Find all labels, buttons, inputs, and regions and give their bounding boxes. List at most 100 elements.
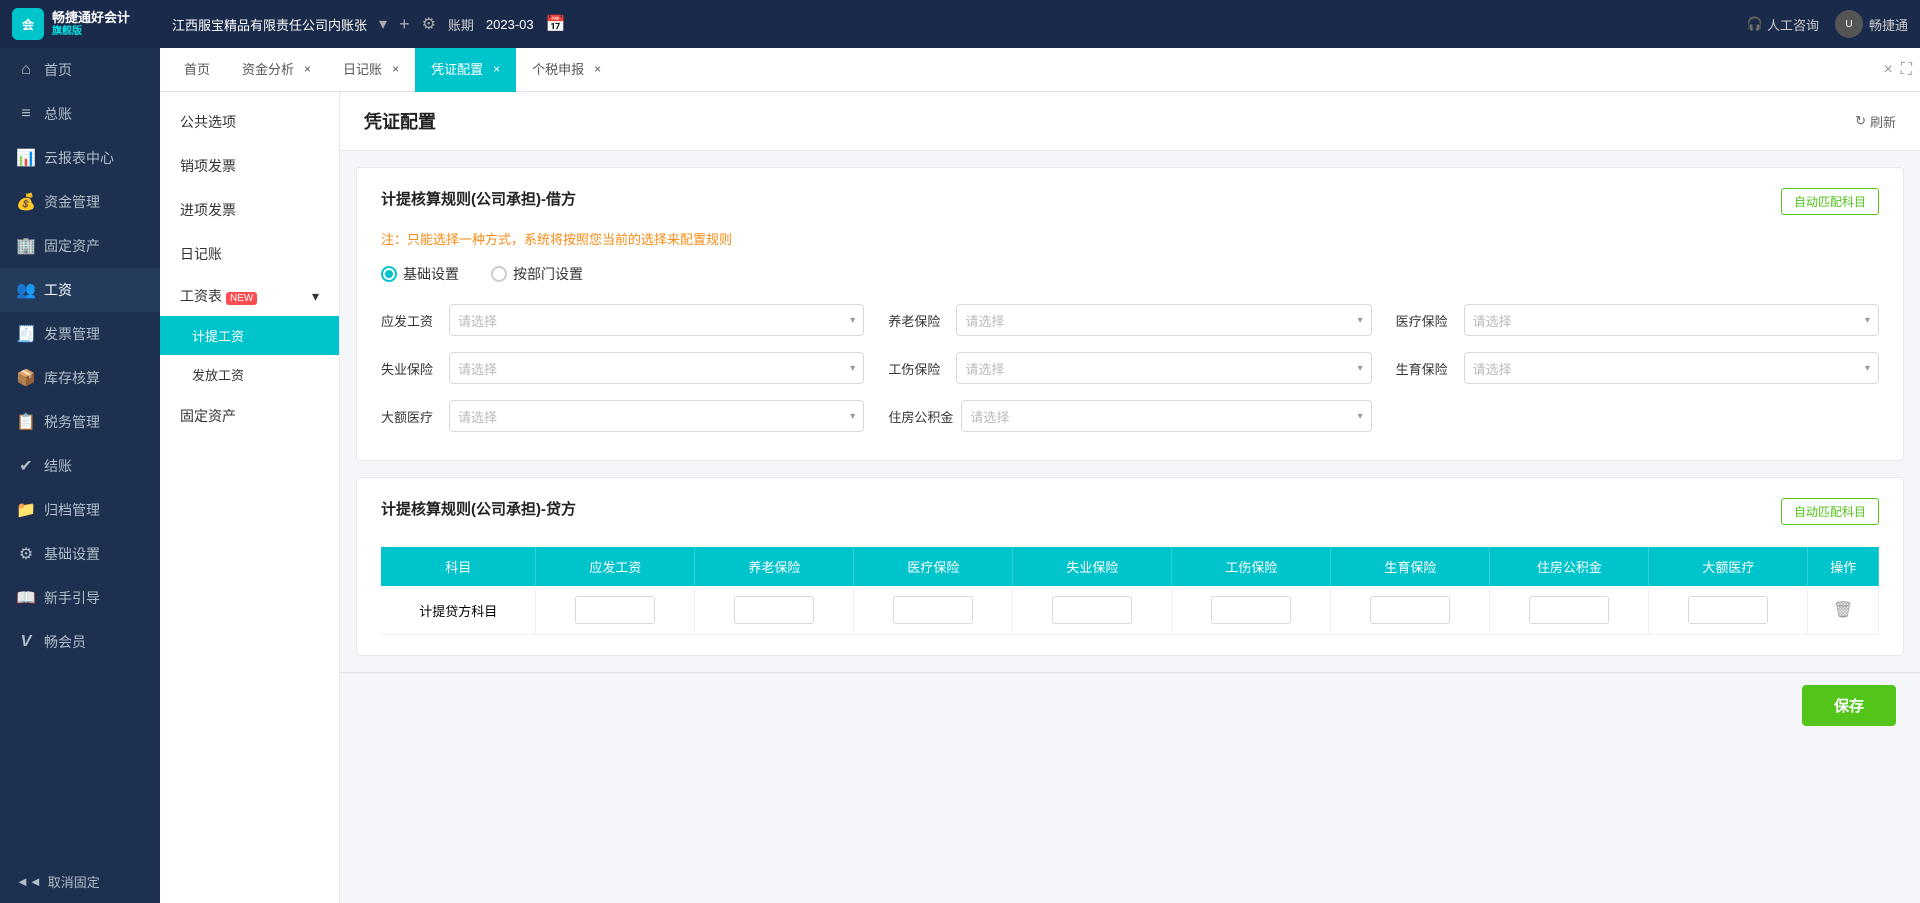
field-gongshang: 工伤保险 请选择 ▾ (888, 352, 1371, 384)
sidebar-item-vip[interactable]: V 畅会员 (0, 620, 160, 664)
chevron-shiye: ▾ (850, 363, 855, 374)
tab-funds-analysis[interactable]: 资金分析 × (226, 48, 327, 92)
menu-item-public[interactable]: 公共选项 (160, 100, 339, 144)
sidebar-item-inventory[interactable]: 📦 库存核算 (0, 356, 160, 400)
chevron-down-icon: ▾ (312, 288, 319, 305)
save-bar: 保存 (340, 672, 1920, 738)
sidebar-label-reports: 云报表中心 (44, 148, 114, 168)
close-tab-button[interactable]: × (1883, 61, 1892, 79)
select-yingfa[interactable]: 请选择 ▾ (449, 304, 864, 336)
radio-basic[interactable]: 基础设置 (381, 264, 459, 284)
cell-yiliao (854, 586, 1013, 635)
field-yiliao: 医疗保险 请选择 ▾ (1396, 304, 1879, 336)
home-icon: ⌂ (16, 61, 36, 79)
logo-title: 畅捷通好会计 (52, 10, 130, 26)
sidebar-item-invoice[interactable]: 🧾 发票管理 (0, 312, 160, 356)
sidebar-item-close[interactable]: ✔ 结账 (0, 444, 160, 488)
sidebar-label-archive: 归档管理 (44, 500, 100, 520)
chevron-yingfa: ▾ (850, 315, 855, 326)
save-button[interactable]: 保存 (1802, 685, 1896, 726)
left-menu: 公共选项 销项发票 进项发票 日记账 工资表NEW ▾ 计提工资 发放工资 固定… (160, 92, 340, 903)
menu-item-accrual[interactable]: 计提工资 (160, 316, 339, 355)
dropdown-icon[interactable]: ▾ (379, 14, 387, 34)
add-icon[interactable]: + (399, 14, 410, 35)
sidebar-label-settings: 基础设置 (44, 544, 100, 564)
select-dae[interactable]: 请选择 ▾ (449, 400, 864, 432)
field-dae: 大额医疗 请选择 ▾ (381, 400, 864, 432)
input-credit-gjj[interactable] (1529, 596, 1609, 624)
menu-item-journal[interactable]: 日记账 (160, 232, 339, 276)
radio-department[interactable]: 按部门设置 (491, 264, 583, 284)
close-tab-journal[interactable]: × (392, 62, 399, 76)
sidebar-item-salary[interactable]: 👥 工资 (0, 268, 160, 312)
menu-item-salary-table[interactable]: 工资表NEW ▾ (160, 276, 339, 316)
close-tab-funds[interactable]: × (304, 62, 311, 76)
select-gongshang[interactable]: 请选择 ▾ (956, 352, 1371, 384)
radio-dept-circle (491, 266, 507, 282)
logo-icon: 会 (12, 8, 44, 40)
settings-icon[interactable]: ⚙ (422, 14, 436, 34)
input-credit-yiliao[interactable] (893, 596, 973, 624)
select-yanglao[interactable]: 请选择 ▾ (956, 304, 1371, 336)
sidebar-label-funds: 资金管理 (44, 192, 100, 212)
sidebar-label-vip: 畅会员 (44, 632, 86, 652)
chevron-gjj: ▾ (1358, 411, 1363, 422)
input-credit-shengyu[interactable] (1370, 596, 1450, 624)
sidebar-label-inventory: 库存核算 (44, 368, 100, 388)
calendar-icon[interactable]: 📅 (546, 14, 566, 34)
menu-item-purchase-invoice[interactable]: 进项发票 (160, 188, 339, 232)
select-shiye[interactable]: 请选择 ▾ (449, 352, 864, 384)
service-button[interactable]: 🎧 人工咨询 (1747, 15, 1819, 34)
col-subject: 科目 (381, 547, 536, 586)
row-label: 计提贷方科目 (381, 586, 536, 635)
salary-icon: 👥 (16, 280, 36, 300)
sidebar-item-reports[interactable]: 📊 云报表中心 (0, 136, 160, 180)
close-tab-voucher[interactable]: × (493, 62, 500, 76)
select-shengyu[interactable]: 请选择 ▾ (1464, 352, 1879, 384)
sidebar-item-assets[interactable]: 🏢 固定资产 (0, 224, 160, 268)
sidebar-item-ledger[interactable]: ≡ 总账 (0, 92, 160, 136)
input-credit-yingfa[interactable] (575, 596, 655, 624)
input-credit-dae[interactable] (1688, 596, 1768, 624)
company-name[interactable]: 江西服宝精品有限责任公司内账张 (172, 15, 367, 34)
expand-tab-button[interactable]: ⛶ (1901, 61, 1912, 79)
tab-tax-report[interactable]: 个税申报 × (516, 48, 617, 92)
sidebar-item-settings[interactable]: ⚙ 基础设置 (0, 532, 160, 576)
sidebar-item-tax[interactable]: 📋 税务管理 (0, 400, 160, 444)
pin-icon: ◄◄ (16, 874, 42, 889)
page-header: 凭证配置 ↻ 刷新 (340, 92, 1920, 151)
tab-home[interactable]: 首页 (168, 48, 226, 92)
select-gjj[interactable]: 请选择 ▾ (961, 400, 1371, 432)
top-bar: 会 畅捷通好会计 旗舰版 江西服宝精品有限责任公司内账张 ▾ + ⚙ 账期 20… (0, 0, 1920, 48)
field-gjj: 住房公积金 请选择 ▾ (888, 400, 1371, 432)
sidebar-label-invoice: 发票管理 (44, 324, 100, 344)
menu-item-fixed-assets[interactable]: 固定资产 (160, 394, 339, 438)
chevron-shengyu: ▾ (1865, 363, 1870, 374)
input-credit-shiye[interactable] (1052, 596, 1132, 624)
sidebar-item-home[interactable]: ⌂ 首页 (0, 48, 160, 92)
refresh-button[interactable]: ↻ 刷新 (1855, 112, 1896, 131)
tab-journal[interactable]: 日记账 × (327, 48, 415, 92)
col-action: 操作 (1808, 547, 1879, 586)
input-credit-gongshang[interactable] (1211, 596, 1291, 624)
user-area[interactable]: U 畅捷通 (1835, 10, 1908, 38)
debit-note: 注：只能选择一种方式，系统将按照您当前的选择来配置规则 (381, 229, 1879, 248)
col-shengyu: 生育保险 (1331, 547, 1490, 586)
tab-voucher-config[interactable]: 凭证配置 × (415, 48, 516, 92)
new-badge: NEW (226, 292, 257, 305)
field-shengyu: 生育保险 请选择 ▾ (1396, 352, 1879, 384)
auto-match-credit-button[interactable]: 自动匹配科目 (1781, 498, 1879, 525)
auto-match-debit-button[interactable]: 自动匹配科目 (1781, 188, 1879, 215)
close-tab-tax[interactable]: × (594, 62, 601, 76)
sidebar-item-guide[interactable]: 📖 新手引导 (0, 576, 160, 620)
cancel-pin-button[interactable]: ◄◄ 取消固定 (0, 860, 160, 903)
sidebar-item-archive[interactable]: 📁 归档管理 (0, 488, 160, 532)
sidebar-label-assets: 固定资产 (44, 236, 100, 256)
select-yiliao[interactable]: 请选择 ▾ (1464, 304, 1879, 336)
menu-item-sales-invoice[interactable]: 销项发票 (160, 144, 339, 188)
menu-item-pay-salary[interactable]: 发放工资 (160, 355, 339, 394)
field-shiye: 失业保险 请选择 ▾ (381, 352, 864, 384)
input-credit-yanglao[interactable] (734, 596, 814, 624)
delete-row-button[interactable]: 🗑 (1833, 600, 1853, 620)
sidebar-item-funds[interactable]: 💰 资金管理 (0, 180, 160, 224)
